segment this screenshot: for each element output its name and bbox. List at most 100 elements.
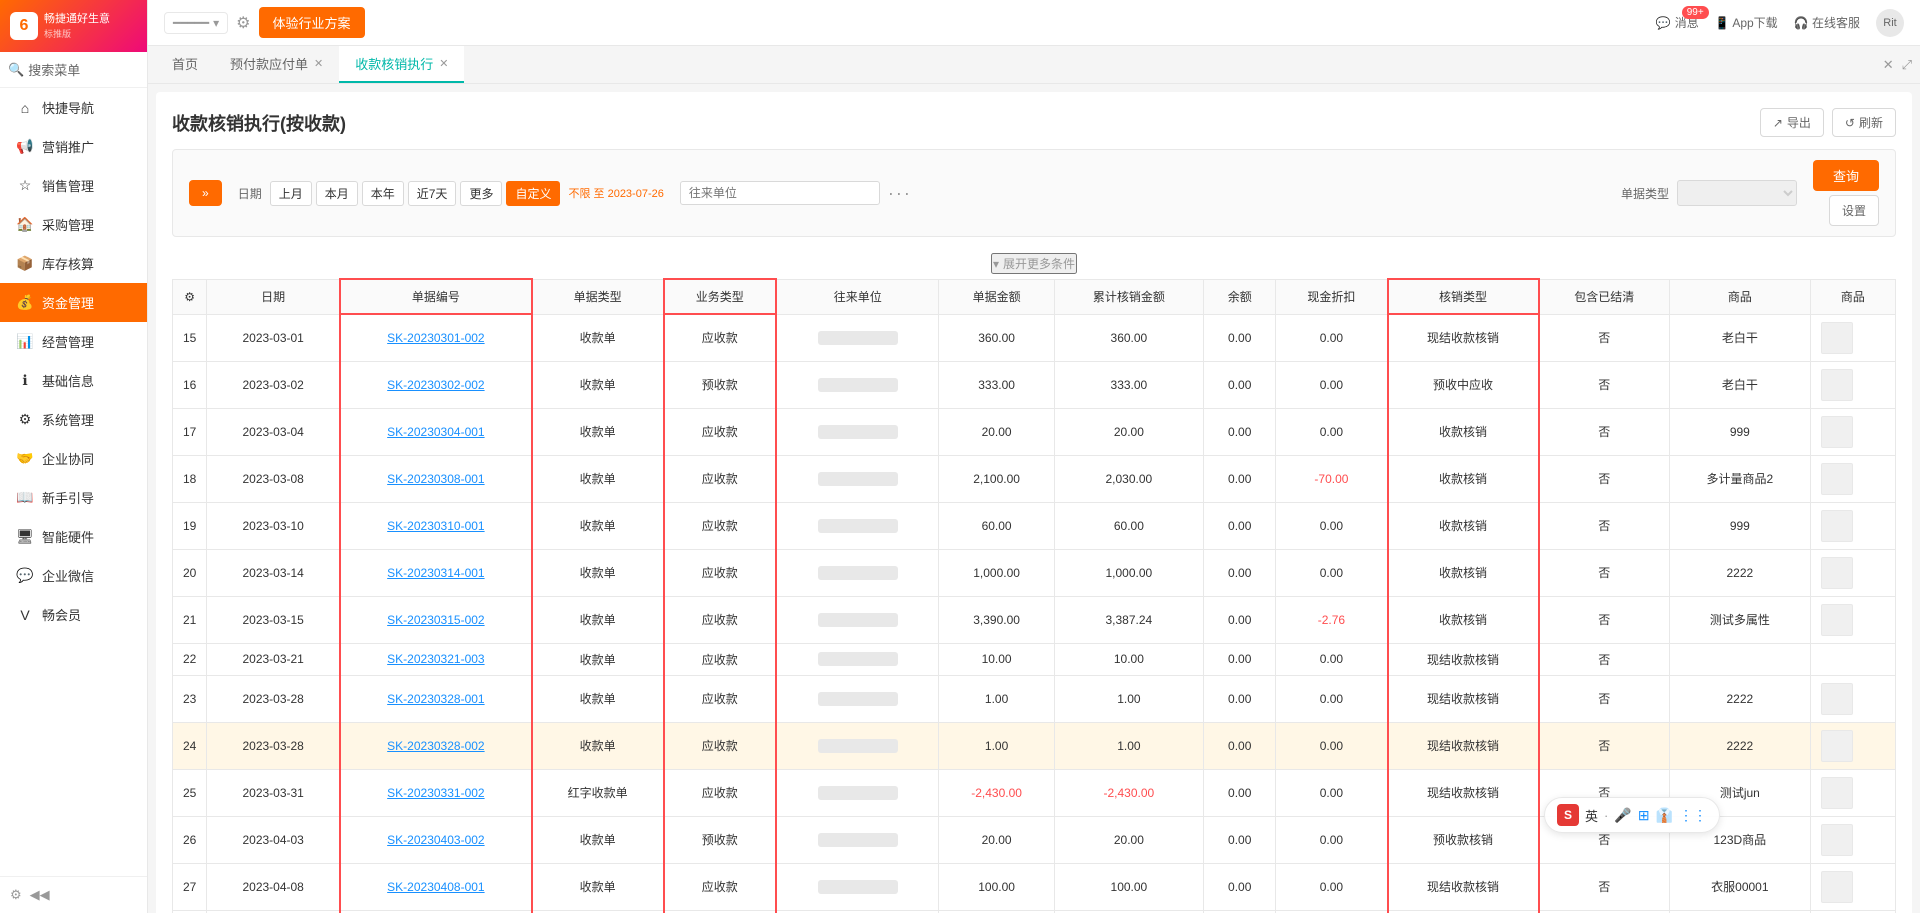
header-dropdown[interactable]: ━━━━━ ▾	[164, 12, 228, 34]
unit-blurred	[818, 378, 898, 392]
tab-collection[interactable]: 收款核销执行✕	[339, 46, 464, 83]
tab-home[interactable]: 首页	[156, 46, 214, 83]
curr-month-btn[interactable]: 本月	[316, 181, 358, 206]
th-discount[interactable]: 现金折扣	[1276, 279, 1388, 314]
cell-accumulated: 10.00	[1054, 643, 1203, 675]
sidebar-item-member[interactable]: V畅会员	[0, 595, 147, 634]
expand-more-btn[interactable]: ▾ 展开更多条件	[991, 253, 1077, 274]
bill-no-link[interactable]: SK-20230321-003	[387, 652, 484, 666]
sidebar-item-operations[interactable]: 📊经营管理	[0, 322, 147, 361]
refresh-button[interactable]: ↺ 刷新	[1832, 108, 1896, 137]
sidebar-item-inventory[interactable]: 📦库存核算	[0, 244, 147, 283]
bill-no-link[interactable]: SK-20230308-001	[387, 472, 484, 486]
tab-close-prepay[interactable]: ✕	[314, 57, 323, 70]
collapse-icon[interactable]: ◀◀	[30, 887, 50, 903]
sidebar-item-marketing[interactable]: 📢营销推广	[0, 127, 147, 166]
user-avatar[interactable]: Rit	[1876, 9, 1904, 37]
cell-goods: 老白干	[1669, 361, 1810, 408]
toolbar-english[interactable]: 英	[1585, 806, 1598, 825]
filter-expand-btn[interactable]: »	[189, 180, 222, 206]
app-download[interactable]: 📱 App下载	[1715, 14, 1778, 31]
cell-balance: 0.00	[1204, 675, 1276, 722]
export-button[interactable]: ↗ 导出	[1760, 108, 1824, 137]
expand-tabs-icon[interactable]: ⤢	[1902, 57, 1912, 73]
sidebar-item-guide[interactable]: 📖新手引导	[0, 478, 147, 517]
sidebar-item-purchase[interactable]: 🏠采购管理	[0, 205, 147, 244]
close-all-icon[interactable]: ✕	[1883, 57, 1894, 73]
bill-no-link[interactable]: SK-20230403-002	[387, 833, 484, 847]
sidebar-search[interactable]: 🔍 搜索菜单	[0, 52, 147, 88]
sidebar-item-basic[interactable]: ℹ基础信息	[0, 361, 147, 400]
th-unit[interactable]: 往来单位	[776, 279, 939, 314]
curr-year-btn[interactable]: 本年	[362, 181, 404, 206]
th-biz-type[interactable]: 业务类型	[664, 279, 776, 314]
unit-blurred	[818, 425, 898, 439]
bill-no-link[interactable]: SK-20230408-001	[387, 880, 484, 894]
sidebar-item-quick-nav[interactable]: ⌂快捷导航	[0, 88, 147, 127]
messages-area[interactable]: 💬 消息 99+	[1656, 14, 1699, 31]
th-goods-thumb[interactable]: 商品	[1810, 279, 1895, 314]
th-accumulated[interactable]: 累计核销金额	[1054, 279, 1203, 314]
settings-filter-btn[interactable]: 设置	[1829, 195, 1879, 226]
custom-date-btn[interactable]: 自定义	[506, 181, 560, 206]
sidebar-item-enterprise[interactable]: 🤝企业协同	[0, 439, 147, 478]
bill-no-link[interactable]: SK-20230315-002	[387, 613, 484, 627]
toolbar-dot: ·	[1604, 808, 1608, 823]
th-included[interactable]: 包含已结清	[1539, 279, 1670, 314]
th-date[interactable]: 日期	[207, 279, 340, 314]
th-balance[interactable]: 余额	[1204, 279, 1276, 314]
gear-icon[interactable]: ⚙	[236, 13, 250, 33]
sidebar-item-hardware[interactable]: 🖥智能硬件	[0, 517, 147, 556]
logo-icon: 6	[10, 12, 38, 40]
bill-no-link[interactable]: SK-20230314-001	[387, 566, 484, 580]
cell-amount: 20.00	[939, 408, 1054, 455]
bill-no-link[interactable]: SK-20230328-002	[387, 739, 484, 753]
th-verify-type[interactable]: 核销类型	[1388, 279, 1539, 314]
query-button[interactable]: 查询	[1813, 160, 1879, 191]
cell-balance: 0.00	[1204, 314, 1276, 361]
cell-thumb	[1810, 408, 1895, 455]
type-select[interactable]	[1677, 180, 1797, 206]
tab-prepay[interactable]: 预付款应付单✕	[214, 46, 339, 83]
toolbar-shirt[interactable]: 👔	[1656, 807, 1673, 824]
cell-biz-type: 应收款	[664, 643, 776, 675]
tab-close-collection[interactable]: ✕	[439, 57, 448, 70]
bill-no-link[interactable]: SK-20230310-001	[387, 519, 484, 533]
sidebar-item-finance[interactable]: 💰资金管理	[0, 283, 147, 322]
cell-included: 否	[1539, 643, 1670, 675]
online-support[interactable]: 🎧 在线客服	[1794, 14, 1860, 31]
export-icon: ↗	[1773, 116, 1783, 130]
th-goods[interactable]: 商品	[1669, 279, 1810, 314]
bill-no-link[interactable]: SK-20230304-001	[387, 425, 484, 439]
unit-input[interactable]	[680, 181, 880, 205]
bill-no-link[interactable]: SK-20230301-002	[387, 331, 484, 345]
cell-unit	[776, 455, 939, 502]
sidebar-item-system[interactable]: ⚙系统管理	[0, 400, 147, 439]
toolbar-apps[interactable]: ⋮⋮	[1679, 807, 1707, 824]
toolbar-grid[interactable]: ⊞	[1638, 807, 1650, 824]
cell-thumb	[1810, 816, 1895, 863]
bill-no-link[interactable]: SK-20230331-002	[387, 786, 484, 800]
th-amount[interactable]: 单据金额	[939, 279, 1054, 314]
date-filter-label: 日期	[238, 185, 262, 202]
cell-bill-no: SK-20230315-002	[340, 596, 532, 643]
more-date-btn[interactable]: 更多	[460, 181, 502, 206]
cell-unit	[776, 408, 939, 455]
unit-dots[interactable]: ···	[888, 183, 912, 204]
prev-month-btn[interactable]: 上月	[270, 181, 312, 206]
bill-no-link[interactable]: SK-20230302-002	[387, 378, 484, 392]
bill-no-link[interactable]: SK-20230328-001	[387, 692, 484, 706]
sidebar-item-wechat[interactable]: 💬企业微信	[0, 556, 147, 595]
settings-icon[interactable]: ⚙	[10, 887, 22, 903]
cell-included: 否	[1539, 675, 1670, 722]
toolbar-mic[interactable]: 🎤	[1614, 807, 1631, 824]
last7-btn[interactable]: 近7天	[408, 181, 457, 206]
th-bill-type[interactable]: 单据类型	[532, 279, 664, 314]
solution-button[interactable]: 体验行业方案	[259, 7, 365, 38]
th-bill-no[interactable]: 单据编号	[340, 279, 532, 314]
cell-thumb	[1810, 722, 1895, 769]
cell-date: 2023-03-04	[207, 408, 340, 455]
cell-unit	[776, 643, 939, 675]
nav-icon-basic: ℹ	[16, 372, 34, 389]
sidebar-item-sales[interactable]: ☆销售管理	[0, 166, 147, 205]
